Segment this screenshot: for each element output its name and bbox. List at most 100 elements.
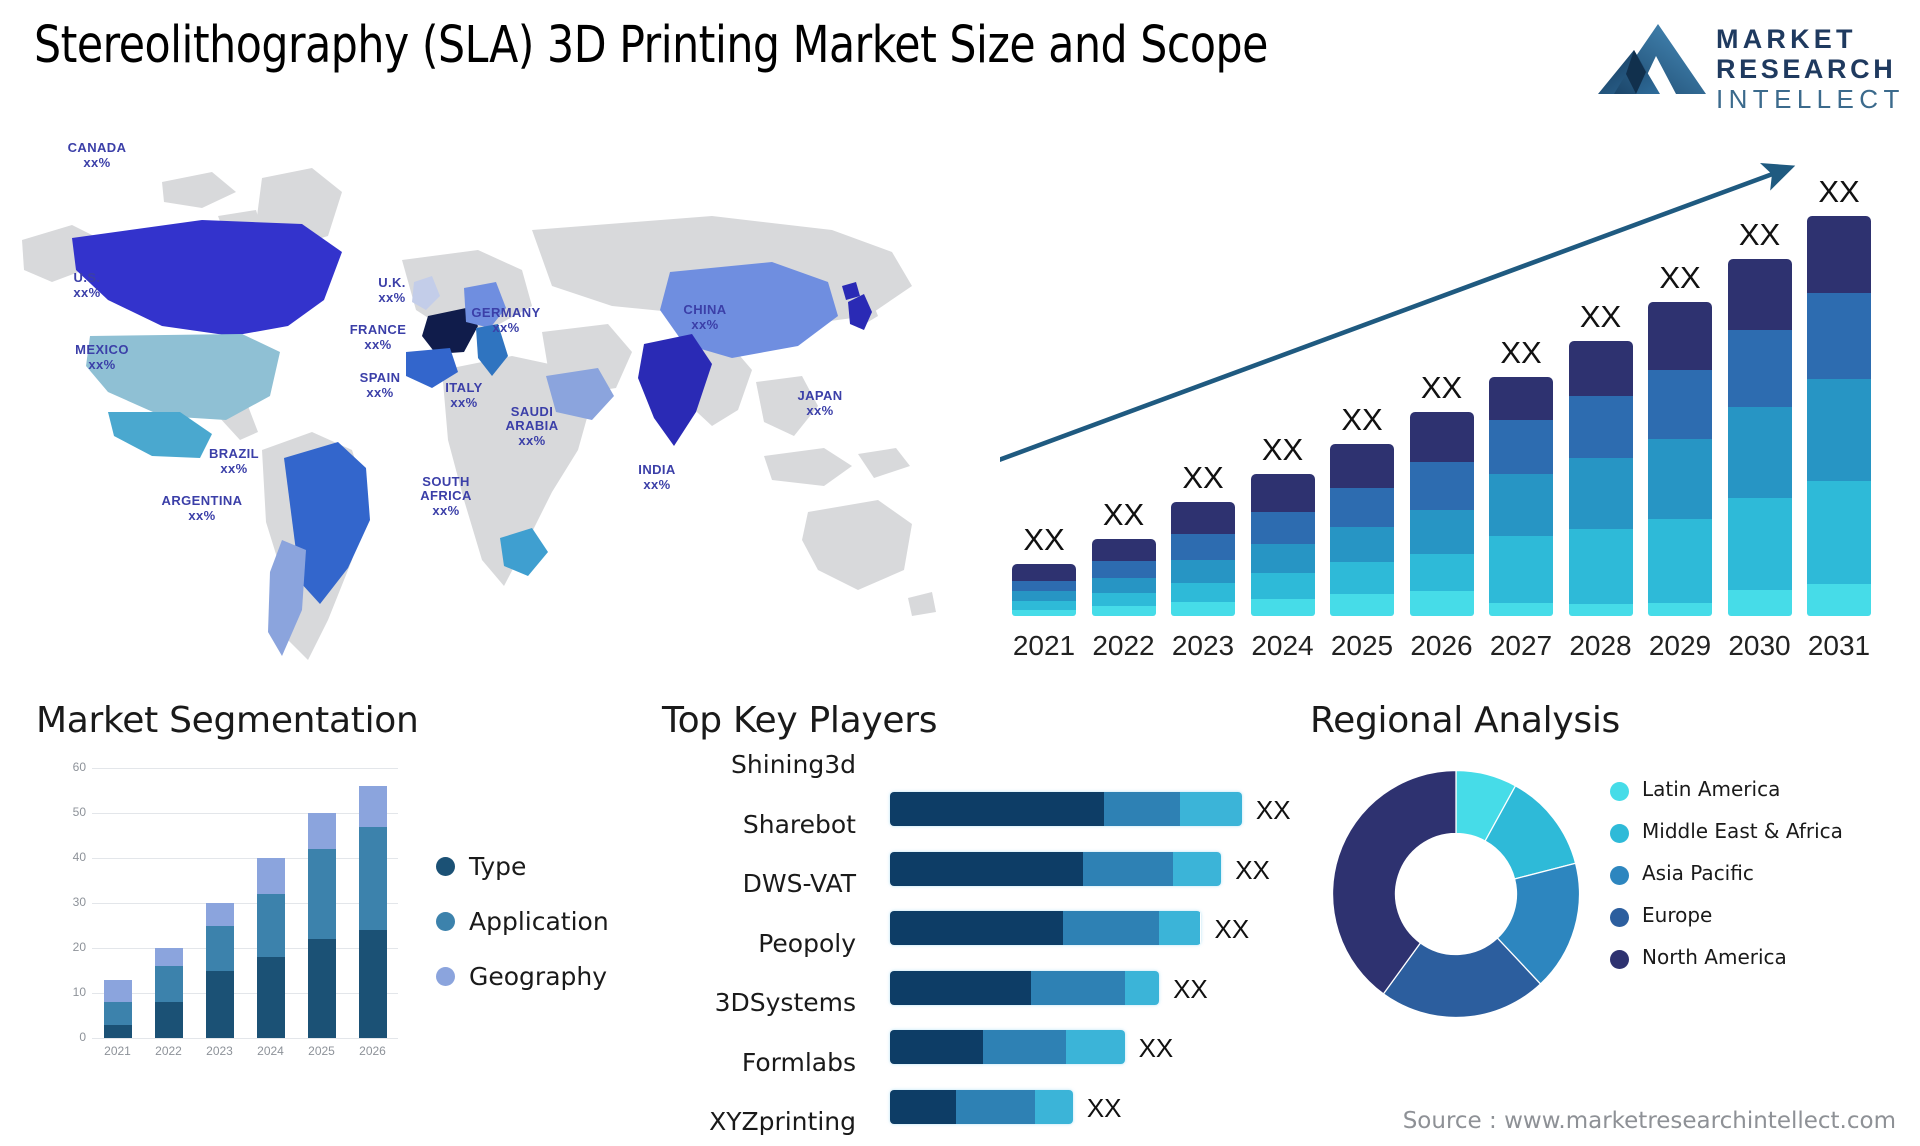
map-label-mexico: MEXICO xx% xyxy=(75,342,129,373)
forecast-bar-chart: XX 2021 XX 2022 XX 2023 XX 2024 XX 2025 XX 2026 XX 20… xyxy=(1000,128,1912,678)
legend-dot-icon xyxy=(1610,950,1629,969)
segmentation-legend-item-geography[interactable]: Geography xyxy=(436,962,609,991)
map-label-value: xx% xyxy=(83,155,111,171)
forecast-segment-segment-3-teal xyxy=(1727,407,1792,498)
section-title-regional-analysis: Regional Analysis xyxy=(1310,700,1620,741)
map-label-name: CANADA xyxy=(67,140,127,155)
forecast-segment-segment-4-cyan xyxy=(1091,593,1156,607)
map-label-value: xx% xyxy=(364,337,392,353)
segmentation-ytick-40: 40 xyxy=(72,850,86,864)
map-label-value: xx% xyxy=(806,403,834,419)
regional-legend-item-middle-east-africa[interactable]: Middle East & Africa xyxy=(1610,820,1860,843)
forecast-value-2030: XX xyxy=(1738,217,1781,253)
map-label-name: ITALY xyxy=(445,380,483,395)
segmentation-legend-item-type[interactable]: Type xyxy=(436,852,609,881)
player-segment-part-light xyxy=(1124,970,1160,1005)
segmentation-xtick-2023: 2023 xyxy=(206,1044,233,1058)
forecast-segment-segment-2-blue xyxy=(1171,534,1235,561)
source-note: Source : www.marketresearchintellect.com xyxy=(1402,1108,1896,1134)
forecast-year-2021: 2021 xyxy=(1012,630,1076,661)
map-label-name: FRANCE xyxy=(349,322,407,337)
regional-legend-item-europe[interactable]: Europe xyxy=(1610,904,1860,927)
player-segment-part-mid xyxy=(983,1030,1066,1064)
forecast-segment-segment-5-light-cyan xyxy=(1807,583,1871,616)
forecast-segment-segment-2-blue xyxy=(1807,293,1871,380)
player-bar-dws-vat xyxy=(890,851,1222,886)
forecast-segment-segment-2-blue xyxy=(1012,580,1076,592)
map-label-china: CHINA xx% xyxy=(683,302,726,333)
map-label-name: INDIA xyxy=(638,462,676,477)
forecast-year-2028: 2028 xyxy=(1569,630,1632,661)
player-segment-part-light xyxy=(1065,1030,1125,1064)
forecast-segment-segment-4-cyan xyxy=(1489,536,1553,604)
logo-line-intellect: INTELLECT xyxy=(1716,84,1905,115)
regional-analysis-section: Regional Analysis Latin America Middle Ea… xyxy=(1310,700,1910,1120)
map-label-canada: CANADA xx% xyxy=(68,140,127,171)
player-segment-part-mid xyxy=(1062,911,1160,945)
segmentation-segment-application xyxy=(154,966,183,1002)
forecast-segment-segment-2-blue xyxy=(1330,488,1394,527)
map-label-value: xx% xyxy=(378,290,406,306)
player-segment-part-dark xyxy=(890,851,1084,886)
map-label-value: xx% xyxy=(432,502,460,518)
forecast-year-2025: 2025 xyxy=(1330,630,1394,661)
country-india xyxy=(638,334,712,446)
segmentation-segment-type xyxy=(103,1024,132,1038)
country-mexico xyxy=(108,412,212,458)
map-label-spain: SPAIN xx% xyxy=(360,370,401,401)
segmentation-segment-geography xyxy=(154,948,183,966)
map-label-value: xx% xyxy=(518,432,546,448)
forecast-bar-2031 xyxy=(1807,216,1871,616)
segmentation-gridline xyxy=(92,1038,398,1039)
forecast-segment-segment-3-teal xyxy=(1568,457,1633,529)
forecast-segment-segment-5-light-cyan xyxy=(1409,591,1474,616)
forecast-segment-segment-5-light-cyan xyxy=(1727,590,1792,616)
legend-dot-icon xyxy=(436,967,455,986)
segmentation-legend-item-application[interactable]: Application xyxy=(436,907,609,936)
forecast-segment-segment-1-navy xyxy=(1330,443,1394,489)
forecast-year-2029: 2029 xyxy=(1648,630,1712,661)
section-title-top-key-players: Top Key Players xyxy=(662,700,938,741)
forecast-segment-segment-3-teal xyxy=(1330,526,1394,563)
forecast-segment-segment-1-navy xyxy=(1171,502,1235,535)
forecast-value-2024: XX xyxy=(1261,432,1304,468)
segmentation-segment-application xyxy=(103,1002,132,1025)
player-segment-part-light xyxy=(1034,1089,1073,1124)
logo-wordmark: MARKET RESEARCH INTELLECT xyxy=(1716,24,1905,116)
segmentation-segment-type xyxy=(205,970,234,1038)
map-label-uk: U.K. xx% xyxy=(378,275,406,306)
segmentation-segment-geography xyxy=(103,979,132,1002)
forecast-year-2030: 2030 xyxy=(1728,630,1791,661)
player-bar-sharebot xyxy=(890,792,1242,826)
regional-legend-item-latin-america[interactable]: Latin America xyxy=(1610,778,1860,801)
map-label-value: xx% xyxy=(73,285,101,301)
map-label-name: BRAZIL xyxy=(208,446,260,461)
regional-legend-item-asia-pacific[interactable]: Asia Pacific xyxy=(1610,862,1860,885)
player-bar-3dsystems xyxy=(890,970,1160,1005)
forecast-segment-segment-5-light-cyan xyxy=(1648,603,1712,616)
forecast-bar-2026 xyxy=(1409,411,1474,616)
map-label-india: INDIA xx% xyxy=(638,462,675,493)
forecast-segment-segment-4-cyan xyxy=(1250,572,1315,599)
segmentation-bar-2021 xyxy=(103,979,132,1038)
forecast-bar-2022 xyxy=(1091,538,1156,616)
forecast-bar-2029 xyxy=(1648,302,1712,616)
forecast-bar-2024 xyxy=(1250,474,1315,616)
segmentation-legend: Type Application Geography xyxy=(436,852,609,1017)
player-name-formlabs: Formlabs xyxy=(741,1047,856,1077)
segmentation-bar-2023 xyxy=(205,903,234,1038)
forecast-segment-segment-4-cyan xyxy=(1171,582,1235,603)
forecast-segment-segment-3-teal xyxy=(1250,543,1315,573)
forecast-segment-segment-5-light-cyan xyxy=(1568,604,1633,616)
country-canada xyxy=(72,220,342,336)
forecast-segment-segment-2-blue xyxy=(1568,395,1633,458)
map-label-name: MEXICO xyxy=(75,342,129,357)
regional-legend-item-north-america[interactable]: North America xyxy=(1610,946,1860,969)
forecast-segment-segment-4-cyan xyxy=(1012,600,1076,610)
player-segment-part-light xyxy=(1159,911,1201,945)
player-bar-xyzprinting xyxy=(890,1089,1073,1124)
forecast-segment-segment-3-teal xyxy=(1648,438,1712,520)
forecast-segment-segment-3-teal xyxy=(1807,379,1871,481)
segmentation-xtick-2021: 2021 xyxy=(104,1044,131,1058)
forecast-segment-segment-3-teal xyxy=(1489,474,1553,537)
